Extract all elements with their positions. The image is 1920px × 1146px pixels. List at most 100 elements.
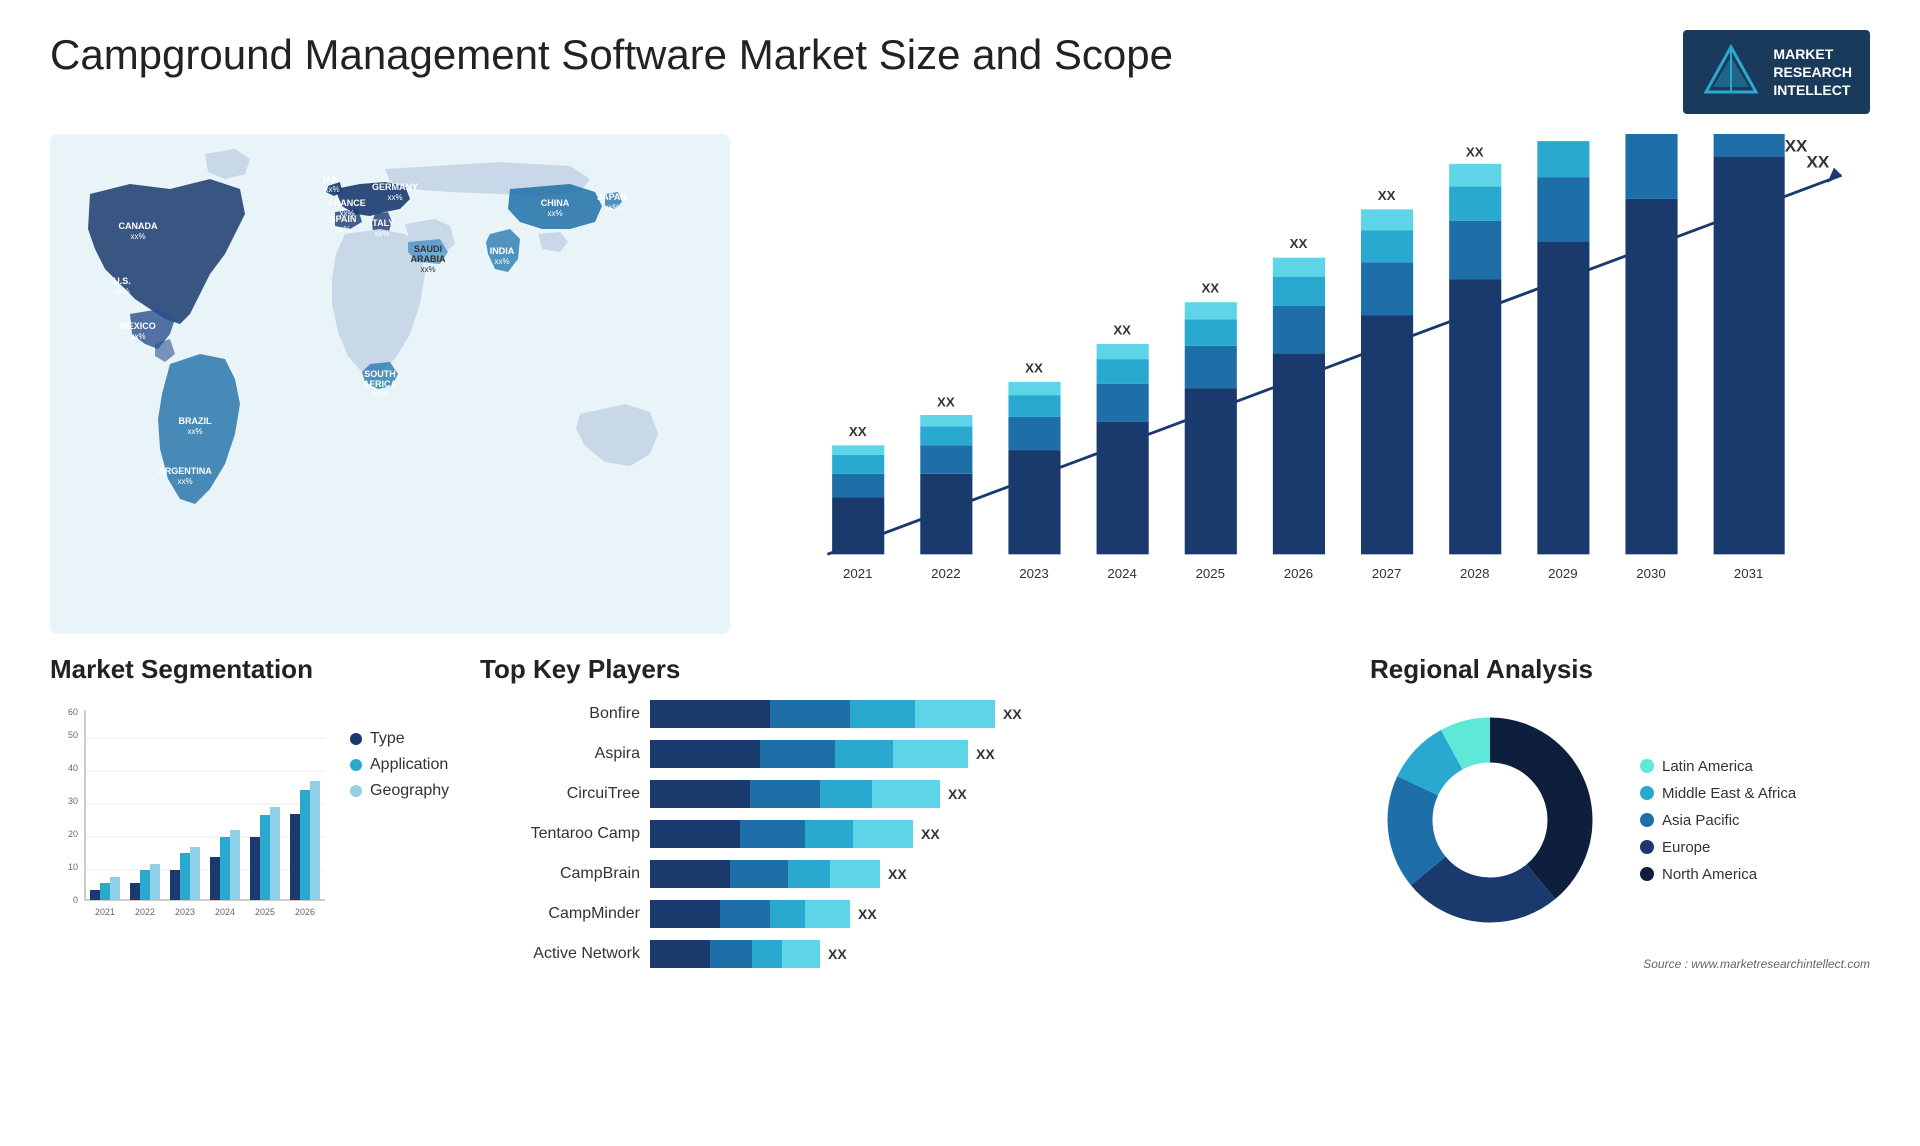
- svg-text:XX: XX: [1113, 322, 1131, 337]
- seg-legend-geography: Geography: [350, 782, 449, 800]
- svg-text:2026: 2026: [1284, 566, 1313, 581]
- source-text: Source : www.marketresearchintellect.com: [1643, 957, 1870, 971]
- svg-text:60: 60: [68, 707, 78, 717]
- player-name: CircuiTree: [480, 785, 640, 803]
- player-bar-container: XX: [650, 860, 1320, 888]
- logo-text: MARKET RESEARCH INTELLECT: [1773, 45, 1852, 100]
- player-bar: [650, 940, 820, 968]
- svg-text:50: 50: [68, 730, 78, 740]
- svg-text:xx%: xx%: [494, 257, 509, 266]
- player-bar: [650, 780, 940, 808]
- player-value: XX: [888, 866, 907, 882]
- svg-text:xx%: xx%: [187, 427, 202, 436]
- player-bar-container: XX: [650, 940, 1320, 968]
- svg-text:XX: XX: [937, 394, 955, 409]
- svg-text:0: 0: [73, 895, 78, 905]
- svg-text:2022: 2022: [135, 907, 155, 917]
- player-bar: [650, 900, 850, 928]
- legend-northamerica: North America: [1640, 866, 1796, 883]
- svg-text:10: 10: [68, 862, 78, 872]
- players-section: Top Key Players Bonfire XX Aspira: [460, 654, 1340, 980]
- svg-text:2027: 2027: [1372, 566, 1401, 581]
- player-value: XX: [858, 906, 877, 922]
- svg-text:xx%: xx%: [372, 390, 387, 399]
- svg-text:2031: 2031: [1734, 566, 1763, 581]
- player-value: XX: [921, 826, 940, 842]
- svg-text:ITALY: ITALY: [370, 218, 395, 228]
- svg-text:U.S.: U.S.: [113, 276, 131, 286]
- seg-legend-application: Application: [350, 756, 449, 774]
- donut-container: Latin America Middle East & Africa Asia …: [1370, 700, 1870, 940]
- segmentation-chart: 0 10 20 30 40 50 60: [50, 700, 330, 940]
- svg-text:2023: 2023: [175, 907, 195, 917]
- svg-text:SOUTH: SOUTH: [364, 369, 396, 379]
- player-bar: [650, 860, 880, 888]
- svg-text:2028: 2028: [1460, 566, 1489, 581]
- segmentation-title: Market Segmentation: [50, 654, 430, 685]
- svg-text:30: 30: [68, 796, 78, 806]
- svg-text:xx%: xx%: [130, 332, 145, 341]
- svg-text:2024: 2024: [215, 907, 235, 917]
- player-name: CampMinder: [480, 905, 640, 923]
- svg-text:XX: XX: [1785, 137, 1808, 156]
- svg-text:XX: XX: [1378, 188, 1396, 203]
- svg-text:xx%: xx%: [374, 229, 389, 238]
- svg-text:JAPAN: JAPAN: [597, 192, 627, 202]
- svg-text:2021: 2021: [843, 566, 872, 581]
- page-container: Campground Management Software Market Si…: [0, 0, 1920, 1146]
- player-row-bonfire: Bonfire XX: [480, 700, 1320, 728]
- svg-text:XX: XX: [1806, 153, 1829, 172]
- svg-text:2026: 2026: [295, 907, 315, 917]
- donut-legend: Latin America Middle East & Africa Asia …: [1640, 758, 1796, 883]
- svg-text:xx%: xx%: [387, 193, 402, 202]
- player-bar: [650, 740, 968, 768]
- svg-text:INDIA: INDIA: [490, 246, 515, 256]
- svg-text:GERMANY: GERMANY: [372, 182, 418, 192]
- players-title: Top Key Players: [480, 654, 1320, 685]
- logo-icon: [1701, 42, 1761, 102]
- player-value: XX: [976, 746, 995, 762]
- segmentation-section: Market Segmentation 0 10 20 30 40: [50, 654, 430, 980]
- svg-text:xx%: xx%: [420, 265, 435, 274]
- player-row-active: Active Network XX: [480, 940, 1320, 968]
- player-row-tentaroo: Tentaroo Camp XX: [480, 820, 1320, 848]
- legend-europe: Europe: [1640, 839, 1796, 856]
- svg-text:XX: XX: [849, 424, 867, 439]
- svg-text:xx%: xx%: [114, 287, 129, 296]
- svg-text:CHINA: CHINA: [541, 198, 570, 208]
- player-value: XX: [828, 946, 847, 962]
- page-title: Campground Management Software Market Si…: [50, 30, 1173, 80]
- regional-title: Regional Analysis: [1370, 654, 1870, 685]
- svg-text:20: 20: [68, 829, 78, 839]
- svg-text:ARABIA: ARABIA: [411, 254, 446, 264]
- svg-text:xx%: xx%: [547, 209, 562, 218]
- world-map-section: CANADA xx% U.S. xx% MEXICO xx% BRAZIL xx…: [50, 134, 730, 654]
- svg-text:2023: 2023: [1019, 566, 1048, 581]
- player-bar: [650, 700, 995, 728]
- player-row-campbrain: CampBrain XX: [480, 860, 1320, 888]
- svg-text:AFRICA: AFRICA: [363, 379, 397, 389]
- svg-text:xx%: xx%: [604, 203, 619, 212]
- player-row-aspira: Aspira XX: [480, 740, 1320, 768]
- svg-text:2029: 2029: [1548, 566, 1577, 581]
- legend-latin: Latin America: [1640, 758, 1796, 775]
- svg-text:FRANCE: FRANCE: [328, 198, 366, 208]
- player-bar-container: XX: [650, 820, 1320, 848]
- player-bar: [650, 820, 913, 848]
- player-bar-container: XX: [650, 700, 1320, 728]
- player-name: Bonfire: [480, 705, 640, 723]
- player-bar-container: XX: [650, 780, 1320, 808]
- svg-text:2025: 2025: [255, 907, 275, 917]
- svg-text:2024: 2024: [1107, 566, 1136, 581]
- svg-text:xx%: xx%: [177, 477, 192, 486]
- svg-text:BRAZIL: BRAZIL: [179, 416, 212, 426]
- header: Campground Management Software Market Si…: [50, 30, 1870, 114]
- svg-text:xx%: xx%: [335, 225, 350, 234]
- svg-text:U.K.: U.K.: [323, 174, 341, 184]
- seg-legend-type: Type: [350, 730, 449, 748]
- svg-text:xx%: xx%: [130, 232, 145, 241]
- svg-text:CANADA: CANADA: [119, 221, 158, 231]
- svg-text:XX: XX: [1290, 236, 1308, 251]
- svg-text:2025: 2025: [1196, 566, 1225, 581]
- legend-asia: Asia Pacific: [1640, 812, 1796, 829]
